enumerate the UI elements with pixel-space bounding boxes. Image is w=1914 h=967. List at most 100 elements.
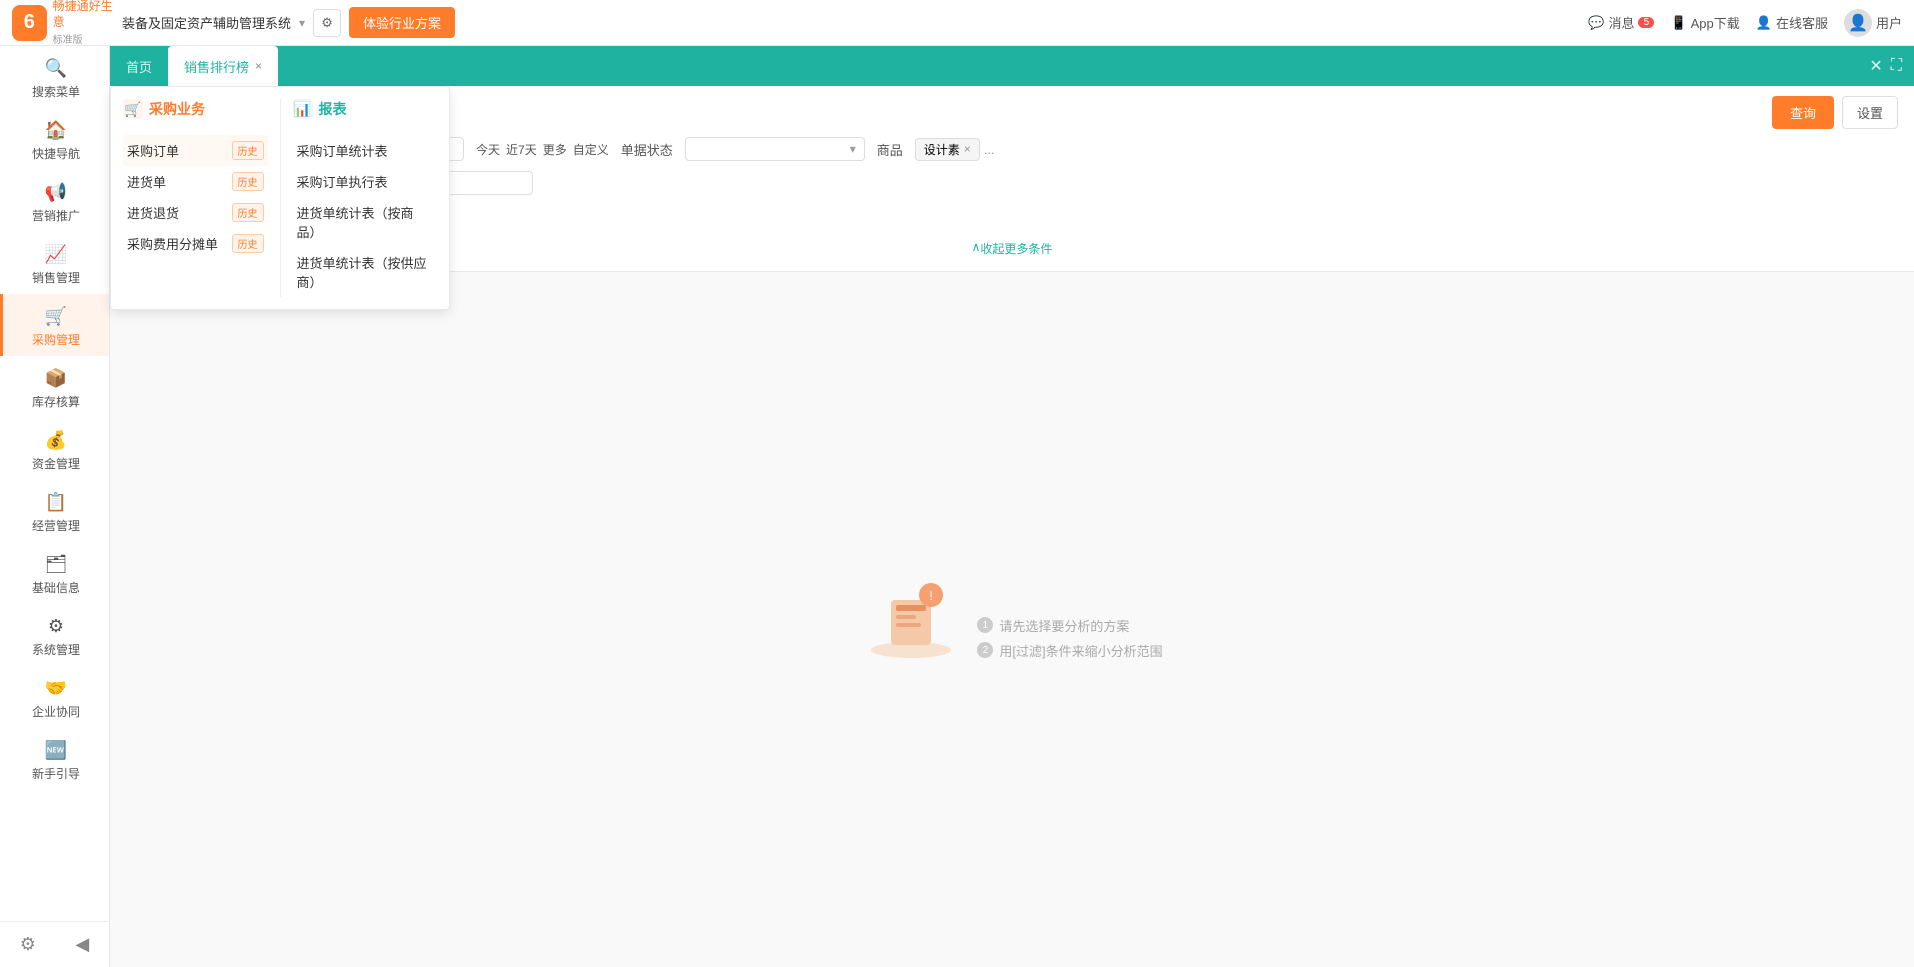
- tab-bar: 首页 销售排行榜 × ✕ ⛶: [110, 46, 1914, 86]
- menu-item-goods-receipt[interactable]: 进货单 历史: [123, 166, 268, 197]
- step-2: 2: [977, 642, 993, 658]
- top-bar: 6 畅捷通好生意 标准版 装备及固定资产辅助管理系统 ▾ ⚙ 体验行业方案 💬 …: [0, 0, 1914, 46]
- empty-svg: !: [861, 580, 961, 660]
- shortcut-7days[interactable]: 近7天: [506, 141, 537, 158]
- sidebar-label-marketing: 营销推广: [32, 207, 80, 224]
- tab-home[interactable]: 首页: [110, 46, 168, 86]
- goods-dots[interactable]: ...: [984, 142, 995, 157]
- online-service-button[interactable]: 👤 在线客服: [1756, 13, 1828, 32]
- app-download-button[interactable]: 📱 App下载: [1670, 13, 1739, 32]
- system-settings-button[interactable]: ⚙: [313, 9, 341, 37]
- empty-state: ! 1 请先选择要分析的方案 2 用[: [861, 580, 1162, 660]
- finance-icon: 💰: [45, 430, 67, 451]
- history-badge-0: 历史: [232, 141, 264, 160]
- purchase-business-icon: 🛒: [123, 99, 143, 119]
- menu-item-purchase-expense[interactable]: 采购费用分摊单 历史: [123, 228, 268, 259]
- sidebar-item-system[interactable]: ⚙ 系统管理: [0, 604, 109, 666]
- purchase-dropdown-menu: 🛒 采购业务 采购订单 历史 进货单 历史 进货退货 历史 采购费用分摊单 历史…: [110, 86, 450, 310]
- message-badge: 5: [1638, 17, 1654, 28]
- phone-icon: 📱: [1670, 15, 1686, 31]
- logo-edition: 标准版: [53, 31, 122, 46]
- history-badge-1: 历史: [232, 172, 264, 191]
- goods-tag-close[interactable]: ×: [964, 142, 971, 156]
- menu-item-goods-return[interactable]: 进货退货 历史: [123, 197, 268, 228]
- sidebar-label-purchase: 采购管理: [32, 331, 80, 348]
- sidebar-item-basic-info[interactable]: 🗂 基础信息: [0, 542, 109, 604]
- shortcut-custom[interactable]: 自定义: [573, 141, 609, 158]
- report-icon: 📊: [293, 99, 313, 119]
- shortcut-more[interactable]: 更多: [543, 141, 567, 158]
- collapse-icon: ∧: [972, 240, 981, 257]
- goods-filter: 设计素 × ...: [915, 138, 995, 161]
- logo: 6 畅捷通好生意 标准版: [12, 0, 122, 46]
- marketing-icon: 📢: [45, 182, 67, 203]
- document-status-select[interactable]: ▾: [685, 137, 865, 161]
- sidebar-item-quick-nav[interactable]: 🏠 快捷导航: [0, 108, 109, 170]
- sidebar-label-newbie: 新手引导: [32, 765, 80, 782]
- enterprise-icon: 🤝: [45, 678, 67, 699]
- content-area: ! 1 请先选择要分析的方案 2 用[: [110, 272, 1914, 967]
- search-icon: 🔍: [45, 58, 67, 79]
- user-button[interactable]: 👤 用户: [1844, 9, 1902, 37]
- top-bar-right: 💬 消息 5 📱 App下载 👤 在线客服 👤 用户: [1588, 9, 1902, 37]
- sidebar-label-inventory: 库存核算: [32, 393, 80, 410]
- system-icon: ⚙: [48, 616, 64, 637]
- messages-button[interactable]: 💬 消息 5: [1588, 13, 1654, 32]
- sales-icon: 📈: [45, 244, 67, 265]
- empty-tips: 1 请先选择要分析的方案 2 用[过滤]条件来缩小分析范围: [977, 616, 1162, 660]
- logo-icon: 6: [12, 5, 47, 41]
- newbie-icon: 🆕: [45, 740, 67, 761]
- shortcut-today[interactable]: 今天: [476, 141, 500, 158]
- query-button[interactable]: 查询: [1772, 96, 1834, 129]
- sidebar-item-purchase[interactable]: 🛒 采购管理: [0, 294, 109, 356]
- purchase-icon: 🛒: [45, 306, 67, 327]
- menu-item-purchase-order-exec[interactable]: 采购订单执行表: [293, 166, 438, 197]
- system-dropdown-icon[interactable]: ▾: [299, 16, 305, 30]
- sidebar-item-search[interactable]: 🔍 搜索菜单: [0, 46, 109, 108]
- trial-button[interactable]: 体验行业方案: [349, 7, 455, 38]
- menu-item-goods-stat-by-product[interactable]: 进货单统计表（按商品）: [293, 197, 438, 247]
- sidebar-item-newbie[interactable]: 🆕 新手引导: [0, 728, 109, 790]
- sidebar-item-enterprise[interactable]: 🤝 企业协同: [0, 666, 109, 728]
- sidebar-label-basic-info: 基础信息: [32, 579, 80, 596]
- goods-label: 商品: [877, 140, 903, 159]
- menu-item-goods-stat-by-supplier[interactable]: 进货单统计表（按供应商）: [293, 247, 438, 297]
- tab-expand-icon[interactable]: ⛶: [1891, 57, 1902, 75]
- service-icon: 👤: [1756, 15, 1772, 31]
- logo-text: 畅捷通好生意 标准版: [53, 0, 122, 46]
- menu-item-purchase-order[interactable]: 采购订单 历史: [123, 135, 268, 166]
- sidebar-item-inventory[interactable]: 📦 库存核算: [0, 356, 109, 418]
- step-1: 1: [977, 617, 993, 633]
- document-status-dropdown-icon: ▾: [850, 142, 856, 156]
- setting-button[interactable]: 设置: [1842, 96, 1898, 129]
- document-status-label: 单据状态: [621, 140, 673, 159]
- tab-bar-actions: ✕ ⛶: [1869, 56, 1914, 76]
- operation-icon: 📋: [45, 492, 67, 513]
- home-icon: 🏠: [45, 120, 67, 141]
- sidebar-settings-button[interactable]: ⚙: [20, 934, 36, 955]
- basic-info-icon: 🗂: [45, 554, 68, 575]
- tab-sales-ranking[interactable]: 销售排行榜 ×: [168, 46, 278, 86]
- tab-close-all-icon[interactable]: ✕: [1869, 56, 1882, 76]
- sidebar-item-sales[interactable]: 📈 销售管理: [0, 232, 109, 294]
- report-col: 📊 报表 采购订单统计表 采购订单执行表 进货单统计表（按商品） 进货单统计表（…: [293, 99, 438, 297]
- sidebar-item-finance[interactable]: 💰 资金管理: [0, 418, 109, 480]
- sidebar-label-sales: 销售管理: [32, 269, 80, 286]
- sidebar-label-operation: 经营管理: [32, 517, 80, 534]
- sidebar-item-operation[interactable]: 📋 经营管理: [0, 480, 109, 542]
- sidebar-item-marketing[interactable]: 📢 营销推广: [0, 170, 109, 232]
- message-icon: 💬: [1588, 15, 1604, 31]
- goods-tag[interactable]: 设计素 ×: [915, 138, 980, 161]
- sidebar: 🔍 搜索菜单 🏠 快捷导航 📢 营销推广 📈 销售管理 🛒 采购管理 📦 库存核…: [0, 46, 110, 967]
- tab-home-label: 首页: [126, 57, 152, 76]
- sidebar-label-search: 搜索菜单: [32, 83, 80, 100]
- empty-tip-1: 1 请先选择要分析的方案: [977, 616, 1129, 635]
- tab-close-icon[interactable]: ×: [255, 59, 262, 73]
- sidebar-label-enterprise: 企业协同: [32, 703, 80, 720]
- purchase-business-col: 🛒 采购业务 采购订单 历史 进货单 历史 进货退货 历史 采购费用分摊单 历史: [123, 99, 268, 297]
- empty-illustration: ! 1 请先选择要分析的方案 2 用[: [861, 580, 1162, 660]
- logo-brand: 畅捷通好生意: [53, 0, 122, 31]
- sidebar-collapse-button[interactable]: ◀: [75, 934, 89, 955]
- history-badge-2: 历史: [232, 203, 264, 222]
- menu-item-purchase-order-stat[interactable]: 采购订单统计表: [293, 135, 438, 166]
